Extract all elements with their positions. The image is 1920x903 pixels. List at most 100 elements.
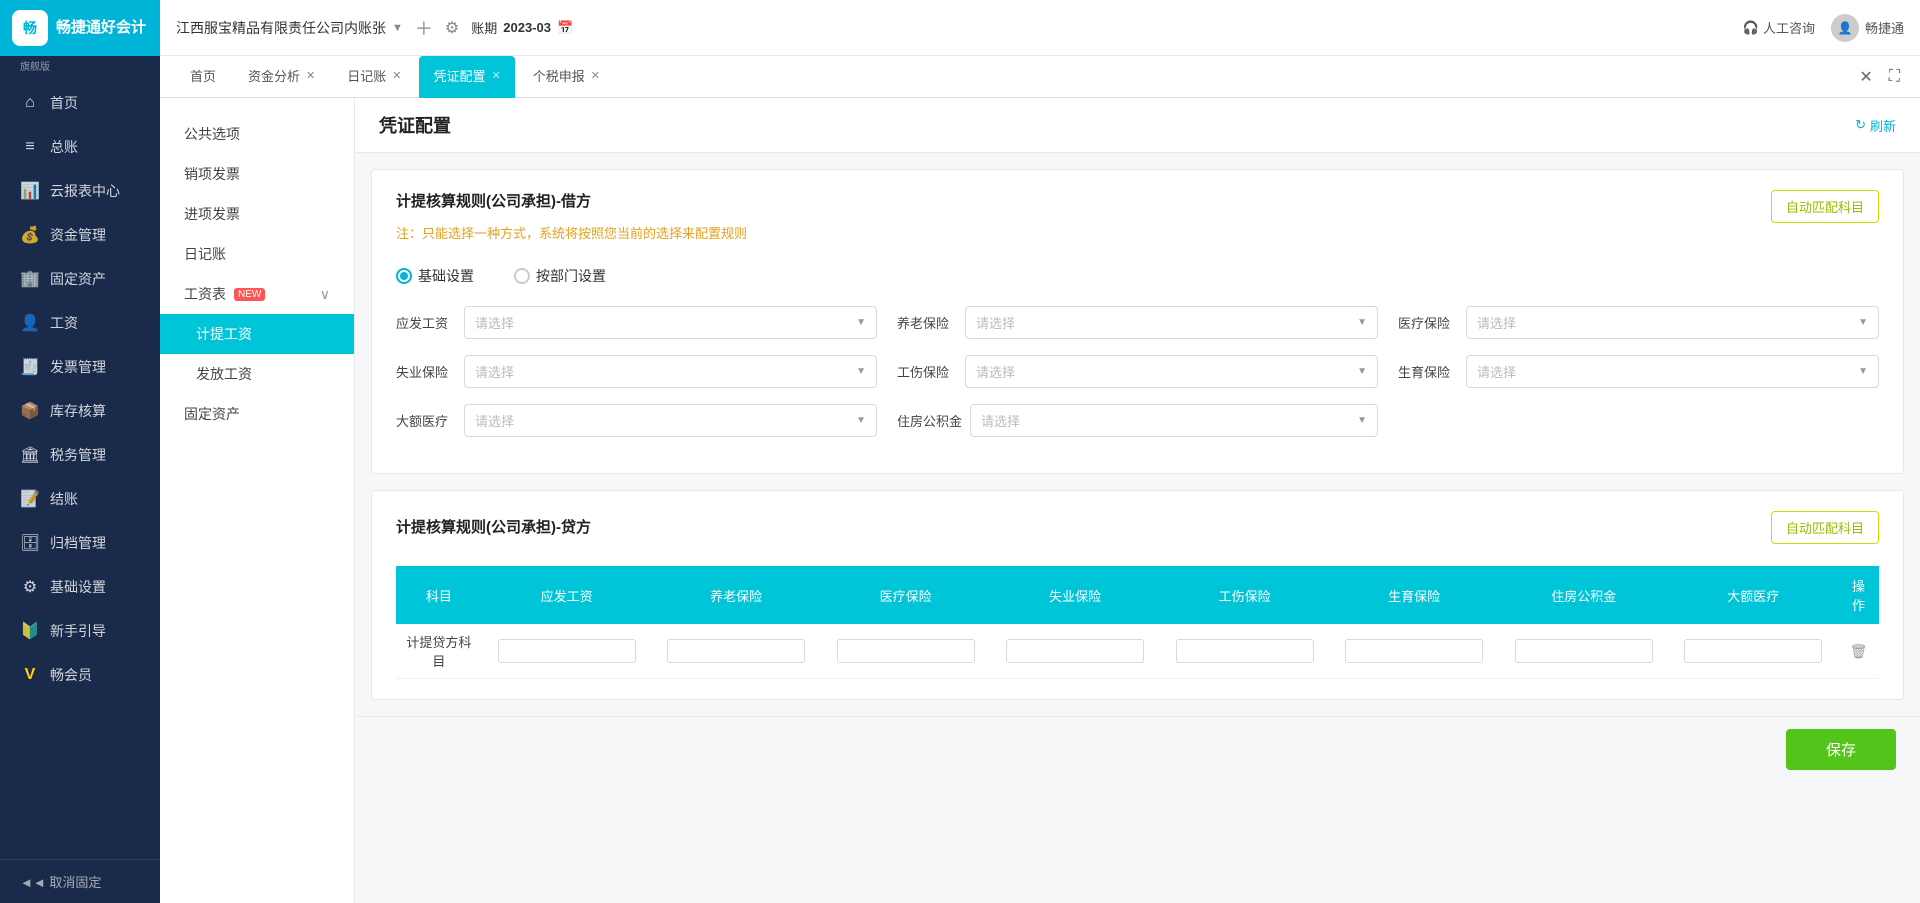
field-label: 工伤保险 (897, 362, 957, 381)
company-dropdown-arrow: ▼ (392, 22, 403, 34)
menu-item-pay-salary[interactable]: 发放工资 (160, 354, 354, 394)
cell-maternity[interactable] (1329, 624, 1499, 679)
work-injury-select[interactable]: 请选择 ▼ (965, 355, 1378, 388)
housing-fund-select[interactable]: 请选择 ▼ (970, 404, 1378, 437)
company-selector[interactable]: 江西服宝精品有限责任公司内账张 ▼ (176, 18, 403, 38)
menu-item-calc-salary[interactable]: 计提工资 (160, 314, 354, 354)
menu-item-public-label: 公共选项 (184, 124, 240, 144)
guide-icon: 🔰 (20, 621, 40, 641)
sidebar-item-label: 资金管理 (50, 225, 106, 245)
menu-item-diary[interactable]: 日记账 (160, 234, 354, 274)
cancel-fixed-button[interactable]: ◄◄ 取消固定 (0, 859, 160, 903)
input-applicable-salary[interactable] (498, 639, 636, 663)
tab-voucher-label: 凭证配置 (433, 66, 485, 85)
tab-controls: ✕ ⛶ (1855, 63, 1904, 91)
debit-fields-grid: 应发工资 请选择 ▼ 养老保险 请选择 ▼ 医疗 (396, 306, 1879, 437)
field-label: 大额医疗 (396, 411, 456, 430)
sidebar-item-inventory[interactable]: 📦 库存核算 (0, 389, 160, 433)
sidebar-item-label: 结账 (50, 489, 78, 509)
applicable-salary-select[interactable]: 请选择 ▼ (464, 306, 877, 339)
tab-diary[interactable]: 日记账 ✕ (333, 56, 415, 98)
sidebar-item-guide[interactable]: 🔰 新手引导 (0, 609, 160, 653)
menu-item-public[interactable]: 公共选项 (160, 114, 354, 154)
field-housing-fund: 住房公积金 请选择 ▼ (897, 404, 1378, 437)
member-icon: V (20, 666, 40, 684)
sidebar-item-archive[interactable]: 🗄 归档管理 (0, 521, 160, 565)
sidebar-item-member[interactable]: V 畅会员 (0, 653, 160, 697)
cell-large-medical[interactable] (1668, 624, 1838, 679)
sidebar-item-salary[interactable]: 👤 工资 (0, 301, 160, 345)
sidebar-item-invoice[interactable]: 🧾 发票管理 (0, 345, 160, 389)
unemployment-select[interactable]: 请选择 ▼ (464, 355, 877, 388)
tab-capital-close[interactable]: ✕ (306, 69, 315, 82)
calendar-icon[interactable]: 📅 (557, 20, 573, 36)
tab-tax[interactable]: 个税申报 ✕ (519, 56, 614, 98)
input-medical[interactable] (837, 639, 975, 663)
select-arrow: ▼ (1858, 317, 1868, 328)
service-button[interactable]: 🎧 人工咨询 (1743, 18, 1815, 37)
large-medical-select[interactable]: 请选择 ▼ (464, 404, 877, 437)
sidebar-item-capital[interactable]: 💰 资金管理 (0, 213, 160, 257)
sidebar-item-label: 云报表中心 (50, 181, 120, 201)
cell-work-injury[interactable] (1160, 624, 1330, 679)
sidebar-item-home[interactable]: ⌂ 首页 (0, 81, 160, 125)
archive-icon: 🗄 (20, 533, 40, 553)
maternity-select[interactable]: 请选择 ▼ (1466, 355, 1879, 388)
menu-item-fixed-assets-label: 固定资产 (184, 404, 240, 424)
delete-row-button[interactable]: 🗑 (1850, 643, 1868, 659)
settings-button[interactable]: ⚙ (445, 18, 459, 38)
expand-tab-button[interactable]: ⛶ (1885, 63, 1904, 91)
input-pension[interactable] (667, 639, 805, 663)
tab-diary-close[interactable]: ✕ (392, 69, 401, 82)
page-title: 凭证配置 (379, 112, 451, 138)
cell-medical[interactable] (821, 624, 991, 679)
user-menu[interactable]: 👤 畅捷通 (1831, 14, 1904, 42)
input-unemployment[interactable] (1006, 639, 1144, 663)
avatar: 👤 (1831, 14, 1859, 42)
cell-pension[interactable] (651, 624, 821, 679)
input-work-injury[interactable] (1176, 639, 1314, 663)
tab-capital[interactable]: 资金分析 ✕ (234, 56, 329, 98)
tab-voucher-close[interactable]: ✕ (492, 69, 501, 82)
tab-voucher[interactable]: 凭证配置 ✕ (419, 56, 514, 98)
input-housing-fund[interactable] (1515, 639, 1653, 663)
menu-item-sales[interactable]: 销项发票 (160, 154, 354, 194)
cell-action: 🗑 (1838, 624, 1879, 679)
select-arrow: ▼ (856, 415, 866, 426)
sidebar-item-tax[interactable]: 🏛 税务管理 (0, 433, 160, 477)
close-tab-button[interactable]: ✕ (1855, 63, 1876, 91)
menu-item-purchase[interactable]: 进项发票 (160, 194, 354, 234)
sidebar-item-reports[interactable]: 📊 云报表中心 (0, 169, 160, 213)
cell-unemployment[interactable] (990, 624, 1160, 679)
sidebar-item-assets[interactable]: 🏢 固定资产 (0, 257, 160, 301)
sidebar-item-closing[interactable]: 📝 结账 (0, 477, 160, 521)
refresh-button[interactable]: ↻ 刷新 (1855, 116, 1896, 135)
save-button[interactable]: 保存 (1786, 729, 1896, 770)
sidebar-item-ledger[interactable]: ≡ 总账 (0, 125, 160, 169)
sidebar-item-label: 基础设置 (50, 577, 106, 597)
input-maternity[interactable] (1345, 639, 1483, 663)
cell-applicable-salary[interactable] (482, 624, 652, 679)
select-arrow: ▼ (1357, 415, 1367, 426)
radio-department-label: 按部门设置 (536, 266, 606, 286)
cell-housing-fund[interactable] (1499, 624, 1669, 679)
medical-select[interactable]: 请选择 ▼ (1466, 306, 1879, 339)
tab-tax-close[interactable]: ✕ (591, 69, 600, 82)
input-large-medical[interactable] (1684, 639, 1822, 663)
radio-department[interactable]: 按部门设置 (514, 266, 606, 286)
credit-auto-match-button[interactable]: 自动匹配科目 (1771, 511, 1879, 544)
tab-home[interactable]: 首页 (176, 56, 230, 98)
tabs-bar: 首页 资金分析 ✕ 日记账 ✕ 凭证配置 ✕ 个税申报 ✕ ✕ ⛶ (160, 56, 1920, 98)
app-logo-icon: 畅 (12, 10, 48, 46)
period-value: 2023-03 (503, 20, 551, 35)
settings-icon: ⚙ (20, 577, 40, 597)
add-account-button[interactable]: ＋ (415, 15, 433, 41)
radio-basic[interactable]: 基础设置 (396, 266, 474, 286)
pension-select[interactable]: 请选择 ▼ (965, 306, 1378, 339)
debit-auto-match-button[interactable]: 自动匹配科目 (1771, 190, 1879, 223)
field-label: 失业保险 (396, 362, 456, 381)
menu-item-salary-table[interactable]: 工资表 NEW ∨ (160, 274, 354, 314)
sidebar-item-settings[interactable]: ⚙ 基础设置 (0, 565, 160, 609)
menu-item-fixed-assets[interactable]: 固定资产 (160, 394, 354, 434)
field-label: 应发工资 (396, 313, 456, 332)
